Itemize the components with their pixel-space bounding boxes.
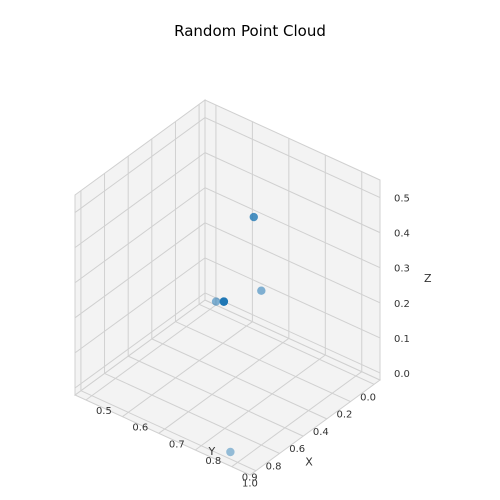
z-tick-label: 0.5 [394,194,410,205]
z-tick-label: 0.0 [394,369,410,380]
y-tick-label: 0.6 [132,423,148,434]
y-tick-label: 0.9 [242,473,258,484]
x-tick-label: 0.2 [337,410,353,421]
x-tick-label: 0.4 [313,427,329,438]
data-point [257,286,265,294]
data-point [220,297,228,305]
z-tick-label: 0.3 [394,264,410,275]
y-tick-label: 0.7 [169,439,185,450]
data-point [250,213,258,221]
x-tick-label: 0.6 [289,444,305,455]
data-point [212,297,220,305]
scatter-3d-plot: 0.00.20.40.60.81.00.50.60.70.80.90.00.10… [0,0,500,500]
z-tick-label: 0.2 [394,299,410,310]
x-axis-label: X [305,456,313,469]
z-tick-label: 0.4 [394,229,410,240]
y-tick-label: 0.5 [96,406,112,417]
z-tick-label: 0.1 [394,334,410,345]
y-axis-label: Y [208,445,216,458]
x-tick-label: 0.8 [266,461,282,472]
x-tick-label: 0.0 [360,392,376,403]
z-axis-label: Z [424,272,432,285]
figure: Random Point Cloud 0.00.20.40.60.81.00.5… [0,0,500,500]
data-point [226,448,234,456]
